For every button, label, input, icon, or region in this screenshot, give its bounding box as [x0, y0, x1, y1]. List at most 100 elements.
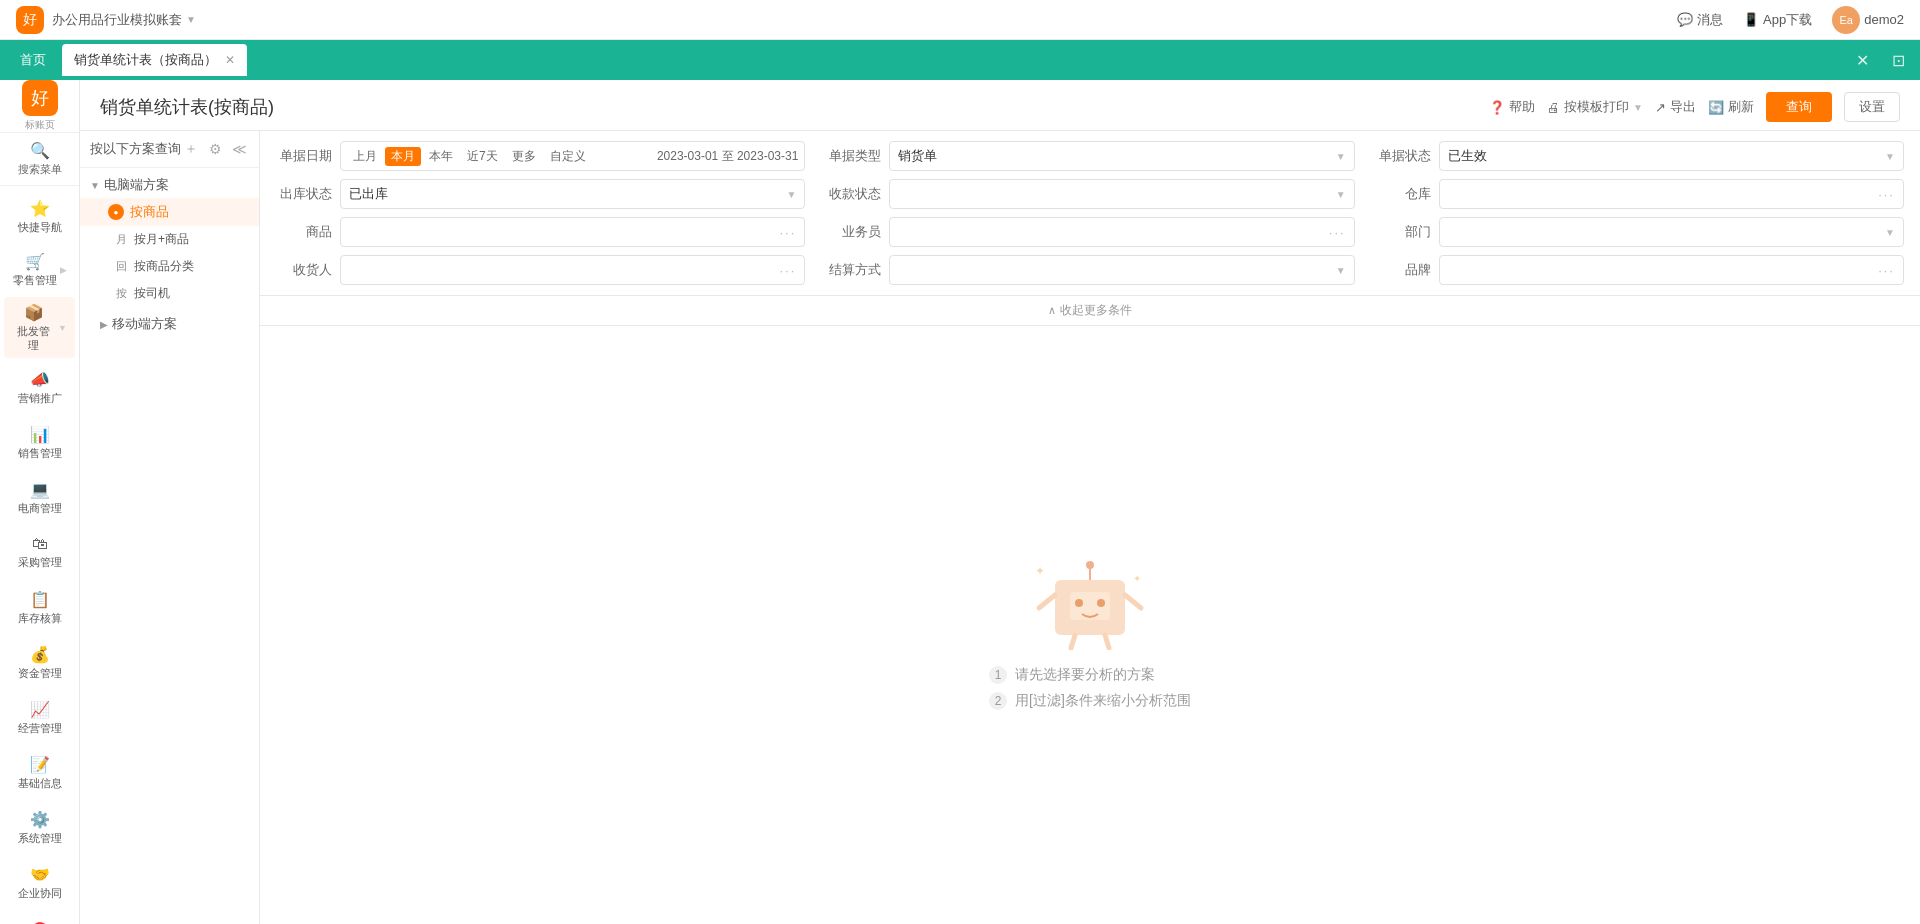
sidebar: 好 标账页 🔍 搜索菜单 ⭐ 快捷导航 🛒 零售管理 ▶ 📦 批发	[0, 80, 80, 924]
scheme-add-button[interactable]: ＋	[181, 139, 201, 159]
empty-tip-2: 用[过滤]条件来缩小分析范围	[1015, 692, 1191, 710]
sidebar-item-marketing[interactable]: 📣 营销推广	[4, 362, 75, 413]
top-bar: 好 办公用品行业模拟账套 ▼ 💬 消息 📱 App下载 Ea demo2	[0, 0, 1920, 40]
tab-close-icon[interactable]: ✕	[225, 53, 235, 67]
staff-label: 业务员	[825, 223, 881, 241]
sidebar-item-basic[interactable]: 📝 基础信息	[4, 747, 75, 798]
receive-label: 收款状态	[825, 185, 881, 203]
sidebar-item-quick-nav[interactable]: ⭐ 快捷导航	[4, 191, 75, 242]
filter-warehouse-cell: 仓库 ···	[1375, 179, 1904, 209]
svg-point-2	[1075, 599, 1083, 607]
tab-close-window[interactable]: ✕	[1848, 46, 1876, 74]
scheme-item-by-driver[interactable]: 按 按司机	[80, 280, 259, 307]
marketing-label: 营销推广	[18, 392, 62, 405]
sidebar-item-sales[interactable]: 📊 销售管理	[4, 417, 75, 468]
basic-label: 基础信息	[18, 777, 62, 790]
date-tab-more[interactable]: 更多	[506, 147, 542, 166]
message-button[interactable]: 💬 消息	[1677, 11, 1723, 29]
scheme-desktop-header[interactable]: ▼ 电脑端方案	[80, 172, 259, 198]
retail-icon: 🛒	[25, 252, 45, 271]
svg-point-5	[1086, 561, 1094, 569]
empty-illustration: ✦ ✦	[1025, 540, 1155, 650]
type-select[interactable]: 销货单 ▼	[889, 141, 1354, 171]
scheme-mobile-group[interactable]: ▶ 移动端方案	[80, 311, 259, 337]
empty-state: ✦ ✦ 1 请先选择要分析的方案 2 用[过滤]条件来缩小分析范围	[260, 326, 1920, 924]
retail-label: 零售管理	[13, 274, 57, 287]
sidebar-item-wholesale[interactable]: 📦 批发管理 ▼	[4, 297, 75, 357]
home-tab-label: 首页	[20, 51, 46, 69]
date-tab-this-year[interactable]: 本年	[423, 147, 459, 166]
top-bar-left: 好 办公用品行业模拟账套 ▼	[16, 6, 196, 34]
date-tab-this-month[interactable]: 本月	[385, 147, 421, 166]
wholesale-arrow-icon: ▼	[58, 323, 67, 333]
sidebar-item-finance[interactable]: 💰 资金管理	[4, 637, 75, 688]
sidebar-search[interactable]: 🔍 搜索菜单	[0, 133, 79, 186]
sidebar-item-newbie[interactable]: 🎯 新手引导	[4, 913, 75, 924]
export-button[interactable]: ↗ 导出	[1655, 98, 1696, 116]
date-tab-last-month[interactable]: 上月	[347, 147, 383, 166]
status-select[interactable]: 已生效 ▼	[1439, 141, 1904, 171]
sidebar-logo[interactable]: 好 标账页	[0, 80, 79, 133]
out-select[interactable]: 已出库 ▼	[340, 179, 805, 209]
sidebar-item-inventory[interactable]: 📋 库存核算	[4, 582, 75, 633]
system-icon: ⚙️	[30, 810, 50, 829]
date-tab-7days[interactable]: 近7天	[461, 147, 504, 166]
svg-point-3	[1097, 599, 1105, 607]
enterprise-label: 企业协同	[18, 887, 62, 900]
refresh-label: 刷新	[1728, 98, 1754, 116]
app-selector[interactable]: 办公用品行业模拟账套 ▼	[52, 11, 196, 29]
filter-row-2: 出库状态 已出库 ▼ 收款状态 ▼	[276, 179, 1904, 209]
purchase-icon: 🛍	[32, 535, 48, 553]
status-arrow-icon: ▼	[1885, 151, 1895, 162]
dept-select[interactable]: ▼	[1439, 217, 1904, 247]
date-input[interactable]: 上月 本月 本年 近7天 更多 自定义 2023-03-01 至 2023-03…	[340, 141, 805, 171]
goods-input[interactable]: ···	[340, 217, 805, 247]
sidebar-item-retail[interactable]: 🛒 零售管理 ▶	[4, 246, 75, 293]
scheme-panel-header: 按以下方案查询 ＋ ⚙ ≪	[80, 131, 259, 168]
receiver-dots-icon: ···	[779, 263, 796, 278]
receive-select[interactable]: ▼	[889, 179, 1354, 209]
collapse-bar[interactable]: ∧ 收起更多条件	[260, 296, 1920, 326]
help-label: 帮助	[1509, 98, 1535, 116]
scheme-item-by-month-product[interactable]: 月 按月+商品	[80, 226, 259, 253]
tab-sales-stat[interactable]: 销货单统计表（按商品） ✕	[62, 44, 247, 76]
scheme-collapse-button[interactable]: ≪	[229, 139, 249, 159]
scheme-settings-button[interactable]: ⚙	[205, 139, 225, 159]
warehouse-input[interactable]: ···	[1439, 179, 1904, 209]
brand-input[interactable]: ···	[1439, 255, 1904, 285]
template-print-button[interactable]: 🖨 按模板打印 ▼	[1547, 98, 1643, 116]
tab-bar: 首页 销货单统计表（按商品） ✕ ✕ ⊡	[0, 40, 1920, 80]
user-profile[interactable]: Ea demo2	[1832, 6, 1904, 34]
filter-row-3: 商品 ··· 业务员 ···	[276, 217, 1904, 247]
query-button[interactable]: 查询	[1766, 92, 1832, 122]
help-button[interactable]: ❓ 帮助	[1489, 98, 1535, 116]
app-download-button[interactable]: 📱 App下载	[1743, 11, 1812, 29]
refresh-button[interactable]: 🔄 刷新	[1708, 98, 1754, 116]
scheme-item-by-product-category[interactable]: 回 按商品分类	[80, 253, 259, 280]
sidebar-item-system[interactable]: ⚙️ 系统管理	[4, 802, 75, 853]
staff-input[interactable]: ···	[889, 217, 1354, 247]
svg-rect-1	[1070, 592, 1110, 620]
receiver-input[interactable]: ···	[340, 255, 805, 285]
wholesale-icon: 📦	[24, 303, 44, 322]
settle-select[interactable]: ▼	[889, 255, 1354, 285]
scheme-item-by-product[interactable]: ● 按商品	[80, 198, 259, 226]
filter-out-cell: 出库状态 已出库 ▼	[276, 179, 805, 209]
scheme-panel-actions: ＋ ⚙ ≪	[181, 139, 249, 159]
sidebar-item-enterprise[interactable]: 🤝 企业协同	[4, 857, 75, 908]
sidebar-item-purchase[interactable]: 🛍 采购管理	[4, 527, 75, 577]
app-logo[interactable]: 好	[16, 6, 44, 34]
status-label: 单据状态	[1375, 147, 1431, 165]
app-download-label: App下载	[1763, 11, 1812, 29]
tab-home[interactable]: 首页	[8, 44, 58, 76]
sidebar-item-operation[interactable]: 📈 经营管理	[4, 692, 75, 743]
dept-label: 部门	[1375, 223, 1431, 241]
settings-button[interactable]: 设置	[1844, 92, 1900, 122]
svg-text:✦: ✦	[1133, 573, 1141, 584]
sidebar-item-ecommerce[interactable]: 💻 电商管理	[4, 472, 75, 523]
refresh-icon: 🔄	[1708, 100, 1724, 115]
date-tab-custom[interactable]: 自定义	[544, 147, 592, 166]
inventory-label: 库存核算	[18, 612, 62, 625]
scheme-panel-title: 按以下方案查询	[90, 140, 181, 158]
tab-maximize[interactable]: ⊡	[1884, 46, 1912, 74]
